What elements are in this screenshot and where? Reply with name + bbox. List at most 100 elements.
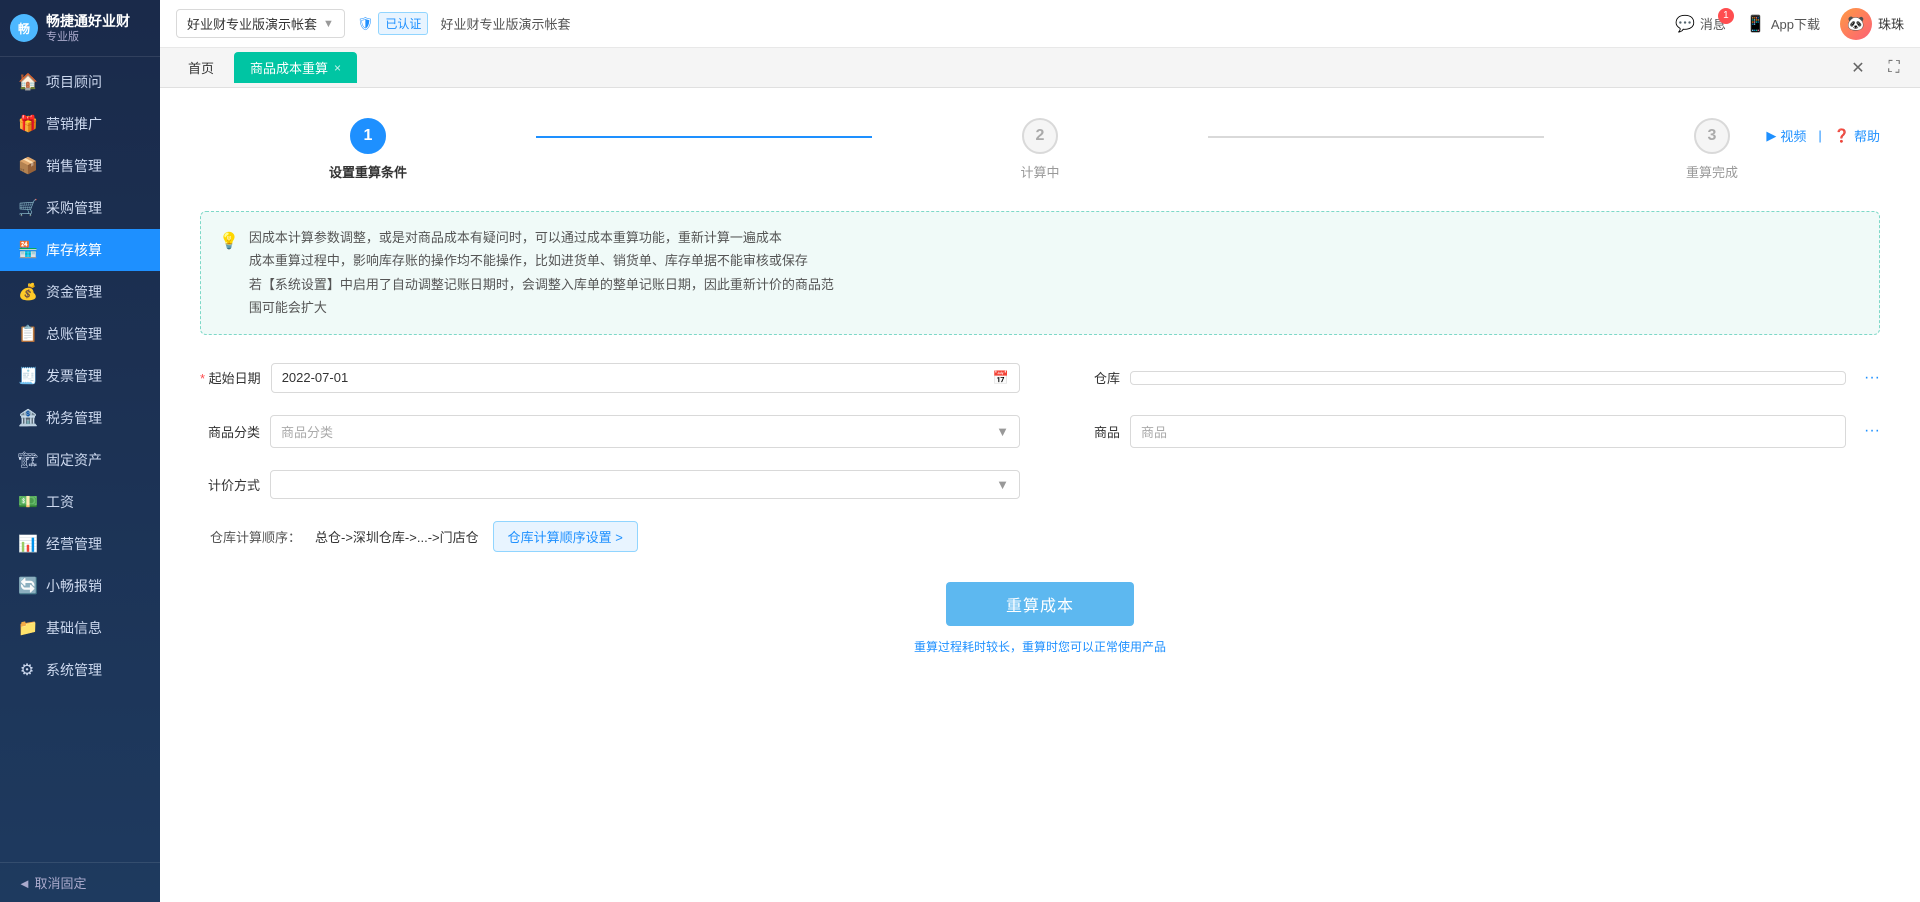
tab-close-icon[interactable]: × [334, 61, 341, 75]
purchase-icon: 🛒 [18, 198, 36, 218]
sidebar-item-inventory[interactable]: 🏪 库存核算 [0, 229, 160, 271]
operation-icon: 📊 [18, 534, 36, 554]
step-2: 2 计算中 [872, 118, 1208, 181]
notice-text: 因成本计算参数调整，或是对商品成本有疑问时，可以通过成本重算功能，重新计算一遍成… [249, 226, 834, 320]
start-date-input[interactable]: 2022-07-01 📅 [271, 363, 1020, 393]
calendar-icon[interactable]: 📅 [993, 370, 1009, 386]
category-select[interactable]: 商品分类 ▼ [270, 415, 1020, 448]
assets-icon: 🏗 [18, 450, 36, 470]
video-help-link[interactable]: ▶ 视频 [1766, 126, 1806, 145]
price-method-field: 计价方式 ▼ [200, 470, 1020, 499]
company-selector[interactable]: 好业财专业版演示帐套 ▼ [176, 9, 345, 38]
sidebar-item-label: 工资 [46, 492, 74, 512]
step-line-1 [536, 136, 872, 138]
notice-box: 💡 因成本计算参数调整，或是对商品成本有疑问时，可以通过成本重算功能，重新计算一… [200, 211, 1880, 335]
chevron-down-icon: ▼ [996, 424, 1009, 439]
warehouse-order-settings-button[interactable]: 仓库计算顺序设置 > [493, 521, 638, 552]
tab-home-label: 首页 [188, 58, 214, 77]
username: 珠珠 [1878, 14, 1904, 33]
goods-more-icon[interactable]: ··· [1864, 422, 1880, 440]
goods-placeholder: 商品 [1141, 422, 1167, 441]
topbar: 好业财专业版演示帐套 ▼ 🛡 已认证 好业财专业版演示帐套 💬 消息 1 📱 A… [160, 0, 1920, 48]
help-link[interactable]: ❓ 帮助 [1834, 126, 1880, 145]
sidebar-item-salary[interactable]: 💵 工资 [0, 481, 160, 523]
price-method-select[interactable]: ▼ [270, 470, 1020, 499]
avatar: 🐼 [1840, 8, 1872, 40]
app-download-label: App下载 [1771, 14, 1820, 33]
step-1-label: 设置重算条件 [329, 162, 407, 181]
form-row-3: 计价方式 ▼ [200, 470, 1880, 499]
close-window-button[interactable]: ✕ [1844, 54, 1872, 82]
recalculate-button[interactable]: 重算成本 [946, 582, 1134, 626]
sidebar-item-label: 库存核算 [46, 240, 102, 260]
sidebar-item-sales[interactable]: 📦 销售管理 [0, 145, 160, 187]
chevron-down-icon: ▼ [996, 477, 1009, 492]
tax-icon: 🏦 [18, 408, 36, 428]
step-2-circle: 2 [1022, 118, 1058, 154]
category-field: 商品分类 商品分类 ▼ [200, 415, 1020, 448]
price-method-label: 计价方式 [200, 475, 260, 494]
sidebar-item-system[interactable]: ⚙ 系统管理 [0, 649, 160, 691]
step-2-label: 计算中 [1020, 162, 1059, 181]
step-3-label: 重算完成 [1686, 162, 1738, 181]
expense-icon: 🔄 [18, 576, 36, 596]
notice-line-1: 因成本计算参数调整，或是对商品成本有疑问时，可以通过成本重算功能，重新计算一遍成… [249, 226, 834, 249]
tab-cost-recalc[interactable]: 商品成本重算 × [234, 52, 357, 83]
step-1-circle: 1 [350, 118, 386, 154]
account-icon: 📋 [18, 324, 36, 344]
message-badge: 1 [1718, 8, 1734, 24]
notice-line-4: 围可能会扩大 [249, 296, 834, 319]
app-subtitle: 专业版 [46, 30, 130, 44]
start-date-label: 起始日期 [200, 368, 261, 387]
sidebar-item-project[interactable]: 🏠 项目顾问 [0, 61, 160, 103]
expand-window-button[interactable]: ⛶ [1880, 54, 1908, 82]
salary-icon: 💵 [18, 492, 36, 512]
sidebar-nav: 🏠 项目顾问 🎁 营销推广 📦 销售管理 🛒 采购管理 🏪 库存核算 💰 资金管… [0, 57, 160, 862]
question-icon: ❓ [1834, 128, 1850, 144]
unpin-label: ◄ 取消固定 [18, 873, 86, 892]
sidebar-unpin-button[interactable]: ◄ 取消固定 [0, 862, 160, 902]
sidebar-item-label: 销售管理 [46, 156, 102, 176]
start-date-value: 2022-07-01 [282, 370, 349, 385]
sidebar-item-purchase[interactable]: 🛒 采购管理 [0, 187, 160, 229]
play-icon: ▶ [1766, 128, 1776, 144]
divider: | [1818, 126, 1821, 145]
message-icon: 💬 [1675, 14, 1695, 34]
verified-label: 已认证 [378, 12, 428, 35]
tab-active-label: 商品成本重算 [250, 58, 328, 77]
warehouse-input[interactable] [1130, 371, 1846, 385]
sidebar-item-tax[interactable]: 🏦 税务管理 [0, 397, 160, 439]
step-3-circle: 3 [1694, 118, 1730, 154]
sidebar-item-basic[interactable]: 📁 基础信息 [0, 607, 160, 649]
finance-icon: 💰 [18, 282, 36, 302]
sidebar-item-marketing[interactable]: 🎁 营销推广 [0, 103, 160, 145]
warehouse-more-icon[interactable]: ··· [1864, 369, 1880, 387]
sidebar-item-label: 发票管理 [46, 366, 102, 386]
message-button[interactable]: 💬 消息 1 [1675, 14, 1726, 34]
sidebar-item-label: 资金管理 [46, 282, 102, 302]
invoice-icon: 🧾 [18, 366, 36, 386]
notice-line-3: 若【系统设置】中启用了自动调整记账日期时，会调整入库单的整单记账日期，因此重新计… [249, 273, 834, 296]
goods-label: 商品 [1060, 422, 1120, 441]
sidebar-item-label: 总账管理 [46, 324, 102, 344]
sidebar-item-label: 经营管理 [46, 534, 102, 554]
category-label: 商品分类 [200, 422, 260, 441]
company-name: 好业财专业版演示帐套 [440, 14, 570, 33]
goods-field: 商品 商品 ··· [1060, 415, 1880, 448]
goods-input[interactable]: 商品 [1130, 415, 1846, 448]
sidebar-item-finance[interactable]: 💰 资金管理 [0, 271, 160, 313]
warehouse-order-settings-label: 仓库计算顺序设置 > [508, 527, 623, 546]
sidebar-item-expense[interactable]: 🔄 小畅报销 [0, 565, 160, 607]
sidebar-item-operation[interactable]: 📊 经营管理 [0, 523, 160, 565]
sidebar-item-account[interactable]: 📋 总账管理 [0, 313, 160, 355]
user-menu[interactable]: 🐼 珠珠 [1840, 8, 1904, 40]
submit-area: 重算成本 重算过程耗时较长，重算时您可以正常使用产品 [200, 582, 1880, 655]
app-download-button[interactable]: 📱 App下载 [1746, 14, 1820, 34]
steps-container: 1 设置重算条件 2 计算中 3 重算完成 ▶ 视频 [200, 118, 1880, 181]
sidebar-item-invoice[interactable]: 🧾 发票管理 [0, 355, 160, 397]
main-content: 1 设置重算条件 2 计算中 3 重算完成 ▶ 视频 [160, 88, 1920, 902]
sidebar-item-assets[interactable]: 🏗 固定资产 [0, 439, 160, 481]
category-placeholder: 商品分类 [281, 422, 333, 441]
sidebar-item-label: 固定资产 [46, 450, 102, 470]
tab-home[interactable]: 首页 [172, 52, 230, 83]
